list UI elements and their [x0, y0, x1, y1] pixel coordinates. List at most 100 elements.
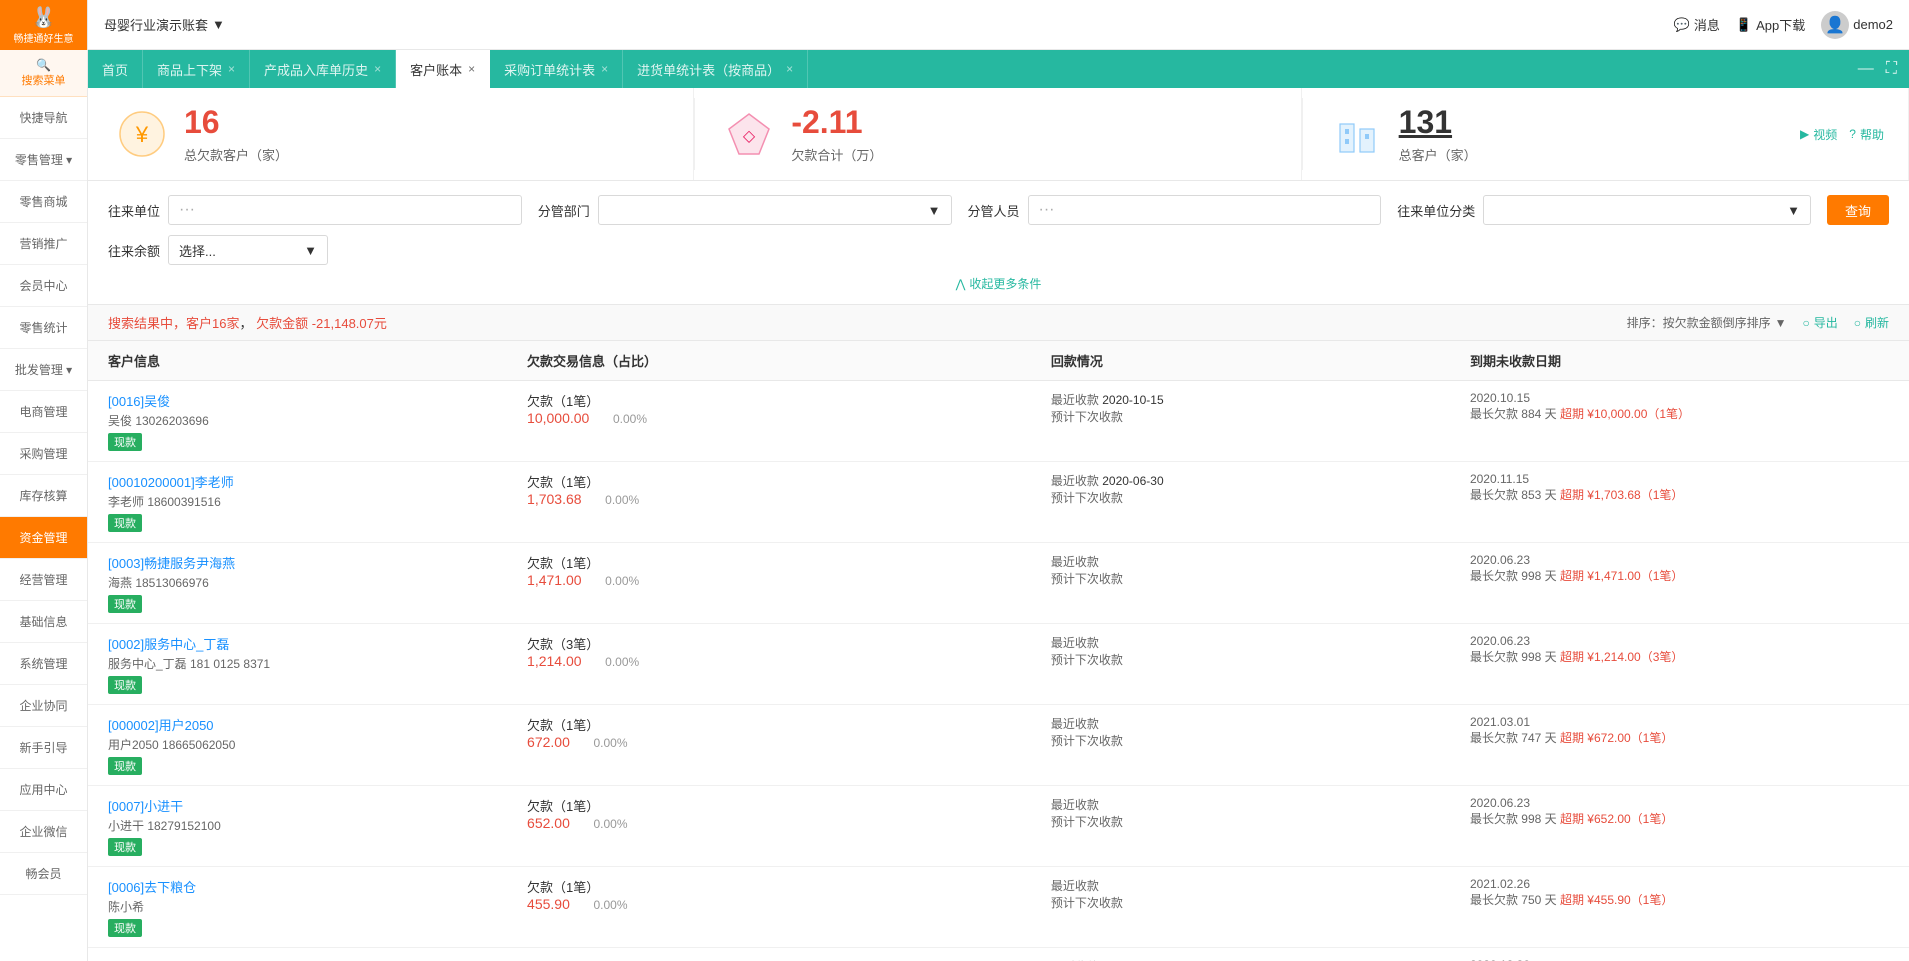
debt-amount-2[interactable]: 1,471.00: [527, 572, 582, 588]
debt-amount-6[interactable]: 455.90: [527, 896, 570, 912]
sidebar-item-quick-nav[interactable]: 快捷导航: [0, 97, 87, 139]
debt-count-0: 欠款（1笔）: [527, 391, 1051, 410]
debt-info-5: 欠款（1笔） 652.00 0.00%: [527, 796, 1051, 831]
diamond-icon: ◇: [719, 104, 779, 164]
search-menu[interactable]: 🔍 搜索菜单: [0, 50, 87, 97]
sidebar-item-purchase-mgmt[interactable]: 采购管理: [0, 433, 87, 475]
tab-close-import[interactable]: ×: [786, 62, 793, 76]
overdue-amount-1[interactable]: 超期 ¥1,703.68（1笔）: [1560, 488, 1683, 502]
sidebar-item-retail-mgmt[interactable]: 零售管理 ▾: [0, 139, 87, 181]
overdue-amount-6[interactable]: 超期 ¥455.90（1笔）: [1560, 893, 1673, 907]
view-video-btn[interactable]: ▶ 视频: [1800, 126, 1837, 143]
due-date-6: 2021.02.26: [1470, 877, 1530, 891]
stat-overdue-customers: ¥ 16 总欠款客户（家）: [88, 88, 694, 180]
customer-name-0[interactable]: [0016]吴俊: [108, 394, 170, 409]
tab-close-production[interactable]: ×: [374, 62, 381, 76]
debt-amount-0[interactable]: 10,000.00: [527, 410, 589, 426]
payment-info-0: 最近收款 2020-10-15 预计下次收款: [1051, 391, 1470, 425]
sidebar-item-inventory[interactable]: 库存核算: [0, 475, 87, 517]
debt-amount-3[interactable]: 1,214.00: [527, 653, 582, 669]
customer-name-5[interactable]: [0007]小进干: [108, 799, 183, 814]
tab-products[interactable]: 商品上下架×: [143, 50, 250, 88]
sidebar-item-finance[interactable]: 资金管理: [0, 517, 87, 559]
customer-info-2: [0003]畅捷服务尹海燕 海燕 18513066976 现款: [108, 553, 527, 613]
help-btn[interactable]: ? 帮助: [1849, 126, 1884, 143]
logo-text: 畅捷通好生意: [14, 30, 74, 45]
unit-category-select[interactable]: ▼: [1483, 195, 1811, 225]
tab-production[interactable]: 产成品入库单历史×: [250, 50, 396, 88]
sidebar-item-ecommerce[interactable]: 电商管理: [0, 391, 87, 433]
sidebar-item-operations[interactable]: 经营管理: [0, 559, 87, 601]
search-button[interactable]: 查询: [1827, 195, 1889, 225]
payment-info-4: 最近收款 预计下次收款: [1051, 715, 1470, 749]
overdue-amount-5[interactable]: 超期 ¥652.00（1笔）: [1560, 812, 1673, 826]
sidebar-item-batch-mgmt[interactable]: 批发管理 ▾: [0, 349, 87, 391]
sidebar-item-basic-info[interactable]: 基础信息: [0, 601, 87, 643]
collapse-btn[interactable]: ⋀ 收起更多条件: [956, 275, 1042, 292]
sidebar-item-app-center[interactable]: 应用中心: [0, 769, 87, 811]
refresh-btn[interactable]: ○ 刷新: [1854, 314, 1889, 331]
env-dropdown-icon[interactable]: ▼: [212, 17, 225, 32]
next-payment-0: 预计下次收款: [1051, 408, 1470, 425]
export-btn[interactable]: ○ 导出: [1802, 314, 1837, 331]
tab-home[interactable]: 首页: [88, 50, 143, 88]
sidebar-item-enterprise[interactable]: 企业协同: [0, 685, 87, 727]
sort-btn[interactable]: 排序：按欠款金额倒序排序 ▼: [1627, 314, 1787, 331]
debt-info-2: 欠款（1笔） 1,471.00 0.00%: [527, 553, 1051, 588]
overdue-amount-4[interactable]: 超期 ¥672.00（1笔）: [1560, 731, 1673, 745]
tab-close-customer[interactable]: ×: [468, 62, 475, 76]
sidebar-item-retail-stats[interactable]: 零售统计: [0, 307, 87, 349]
next-payment-1: 预计下次收款: [1051, 489, 1470, 506]
debt-info-1: 欠款（1笔） 1,703.68 0.00%: [527, 472, 1051, 507]
balance-select[interactable]: 选择... ▼: [168, 235, 328, 265]
customer-name-4[interactable]: [000002]用户2050: [108, 718, 214, 733]
user-avatar[interactable]: 👤 demo2: [1821, 11, 1893, 39]
sidebar-item-vip-member[interactable]: 畅会员: [0, 853, 87, 895]
due-date-1: 2020.11.15: [1470, 472, 1529, 486]
person-input[interactable]: ···: [1028, 195, 1382, 225]
sidebar: 🐰 畅捷通好生意 🔍 搜索菜单 快捷导航零售管理 ▾零售商城营销推广会员中心零售…: [0, 0, 88, 961]
env-label: 母婴行业演示账套 ▼: [104, 15, 225, 34]
overdue-amount-0[interactable]: 超期 ¥10,000.00（1笔）: [1560, 407, 1690, 421]
export-icon: ○: [1802, 316, 1809, 330]
stat-overdue-amount: ◇ -2.11 欠款合计（万）: [695, 88, 1301, 180]
stat-label-overdue-customers: 总欠款客户（家）: [184, 145, 288, 164]
overdue-amount-3[interactable]: 超期 ¥1,214.00（3笔）: [1560, 650, 1683, 664]
tab-close-purchase[interactable]: ×: [601, 62, 608, 76]
tab-minimize-btn[interactable]: —: [1854, 58, 1878, 80]
filter-unit-category: 往来单位分类 ▼: [1397, 195, 1811, 225]
overdue-amount-2[interactable]: 超期 ¥1,471.00（1笔）: [1560, 569, 1683, 583]
customer-name-1[interactable]: [00010200001]李老师: [108, 475, 234, 490]
table-body: [0016]吴俊 吴俊 13026203696 现款 欠款（1笔） 10,000…: [88, 381, 1909, 961]
debt-percent-1: 0.00%: [605, 493, 639, 507]
tab-import[interactable]: 进货单统计表（按商品）×: [623, 50, 808, 88]
overdue-days-6: 最长欠款 750 天: [1470, 893, 1560, 907]
dept-select[interactable]: ▼: [598, 195, 952, 225]
customer-name-3[interactable]: [0002]服务中心_丁磊: [108, 637, 229, 652]
tab-close-products[interactable]: ×: [228, 62, 235, 76]
last-payment-label-4: 最近收款: [1051, 717, 1099, 731]
sidebar-item-enterprise-wx[interactable]: 企业微信: [0, 811, 87, 853]
customer-info-0: [0016]吴俊 吴俊 13026203696 现款: [108, 391, 527, 451]
sidebar-item-marketing[interactable]: 营销推广: [0, 223, 87, 265]
tab-purchase[interactable]: 采购订单统计表×: [490, 50, 623, 88]
sidebar-item-system[interactable]: 系统管理: [0, 643, 87, 685]
debt-info-6: 欠款（1笔） 455.90 0.00%: [527, 877, 1051, 912]
debt-amount-4[interactable]: 672.00: [527, 734, 570, 750]
debt-amount-1[interactable]: 1,703.68: [527, 491, 582, 507]
tab-customer[interactable]: 客户账本×: [396, 50, 490, 88]
customer-name-6[interactable]: [0006]去下粮仓: [108, 880, 196, 895]
from-unit-input[interactable]: ···: [168, 195, 522, 225]
customer-name-2[interactable]: [0003]畅捷服务尹海燕: [108, 556, 235, 571]
sidebar-item-member[interactable]: 会员中心: [0, 265, 87, 307]
debt-amount-5[interactable]: 652.00: [527, 815, 570, 831]
tab-maximize-btn[interactable]: ⛶: [1882, 58, 1901, 80]
sidebar-item-newbie[interactable]: 新手引导: [0, 727, 87, 769]
sidebar-item-retail-mall[interactable]: 零售商城: [0, 181, 87, 223]
next-payment-2: 预计下次收款: [1051, 570, 1470, 587]
app-download-btn[interactable]: 📱 App下载: [1736, 15, 1805, 34]
filter-person: 分管人员 ···: [968, 195, 1382, 225]
message-btn[interactable]: 💬 消息: [1674, 15, 1720, 34]
due-date-0: 2020.10.15: [1470, 391, 1530, 405]
overdue-info-1: 2020.11.15 最长欠款 853 天 超期 ¥1,703.68（1笔）: [1470, 472, 1889, 503]
